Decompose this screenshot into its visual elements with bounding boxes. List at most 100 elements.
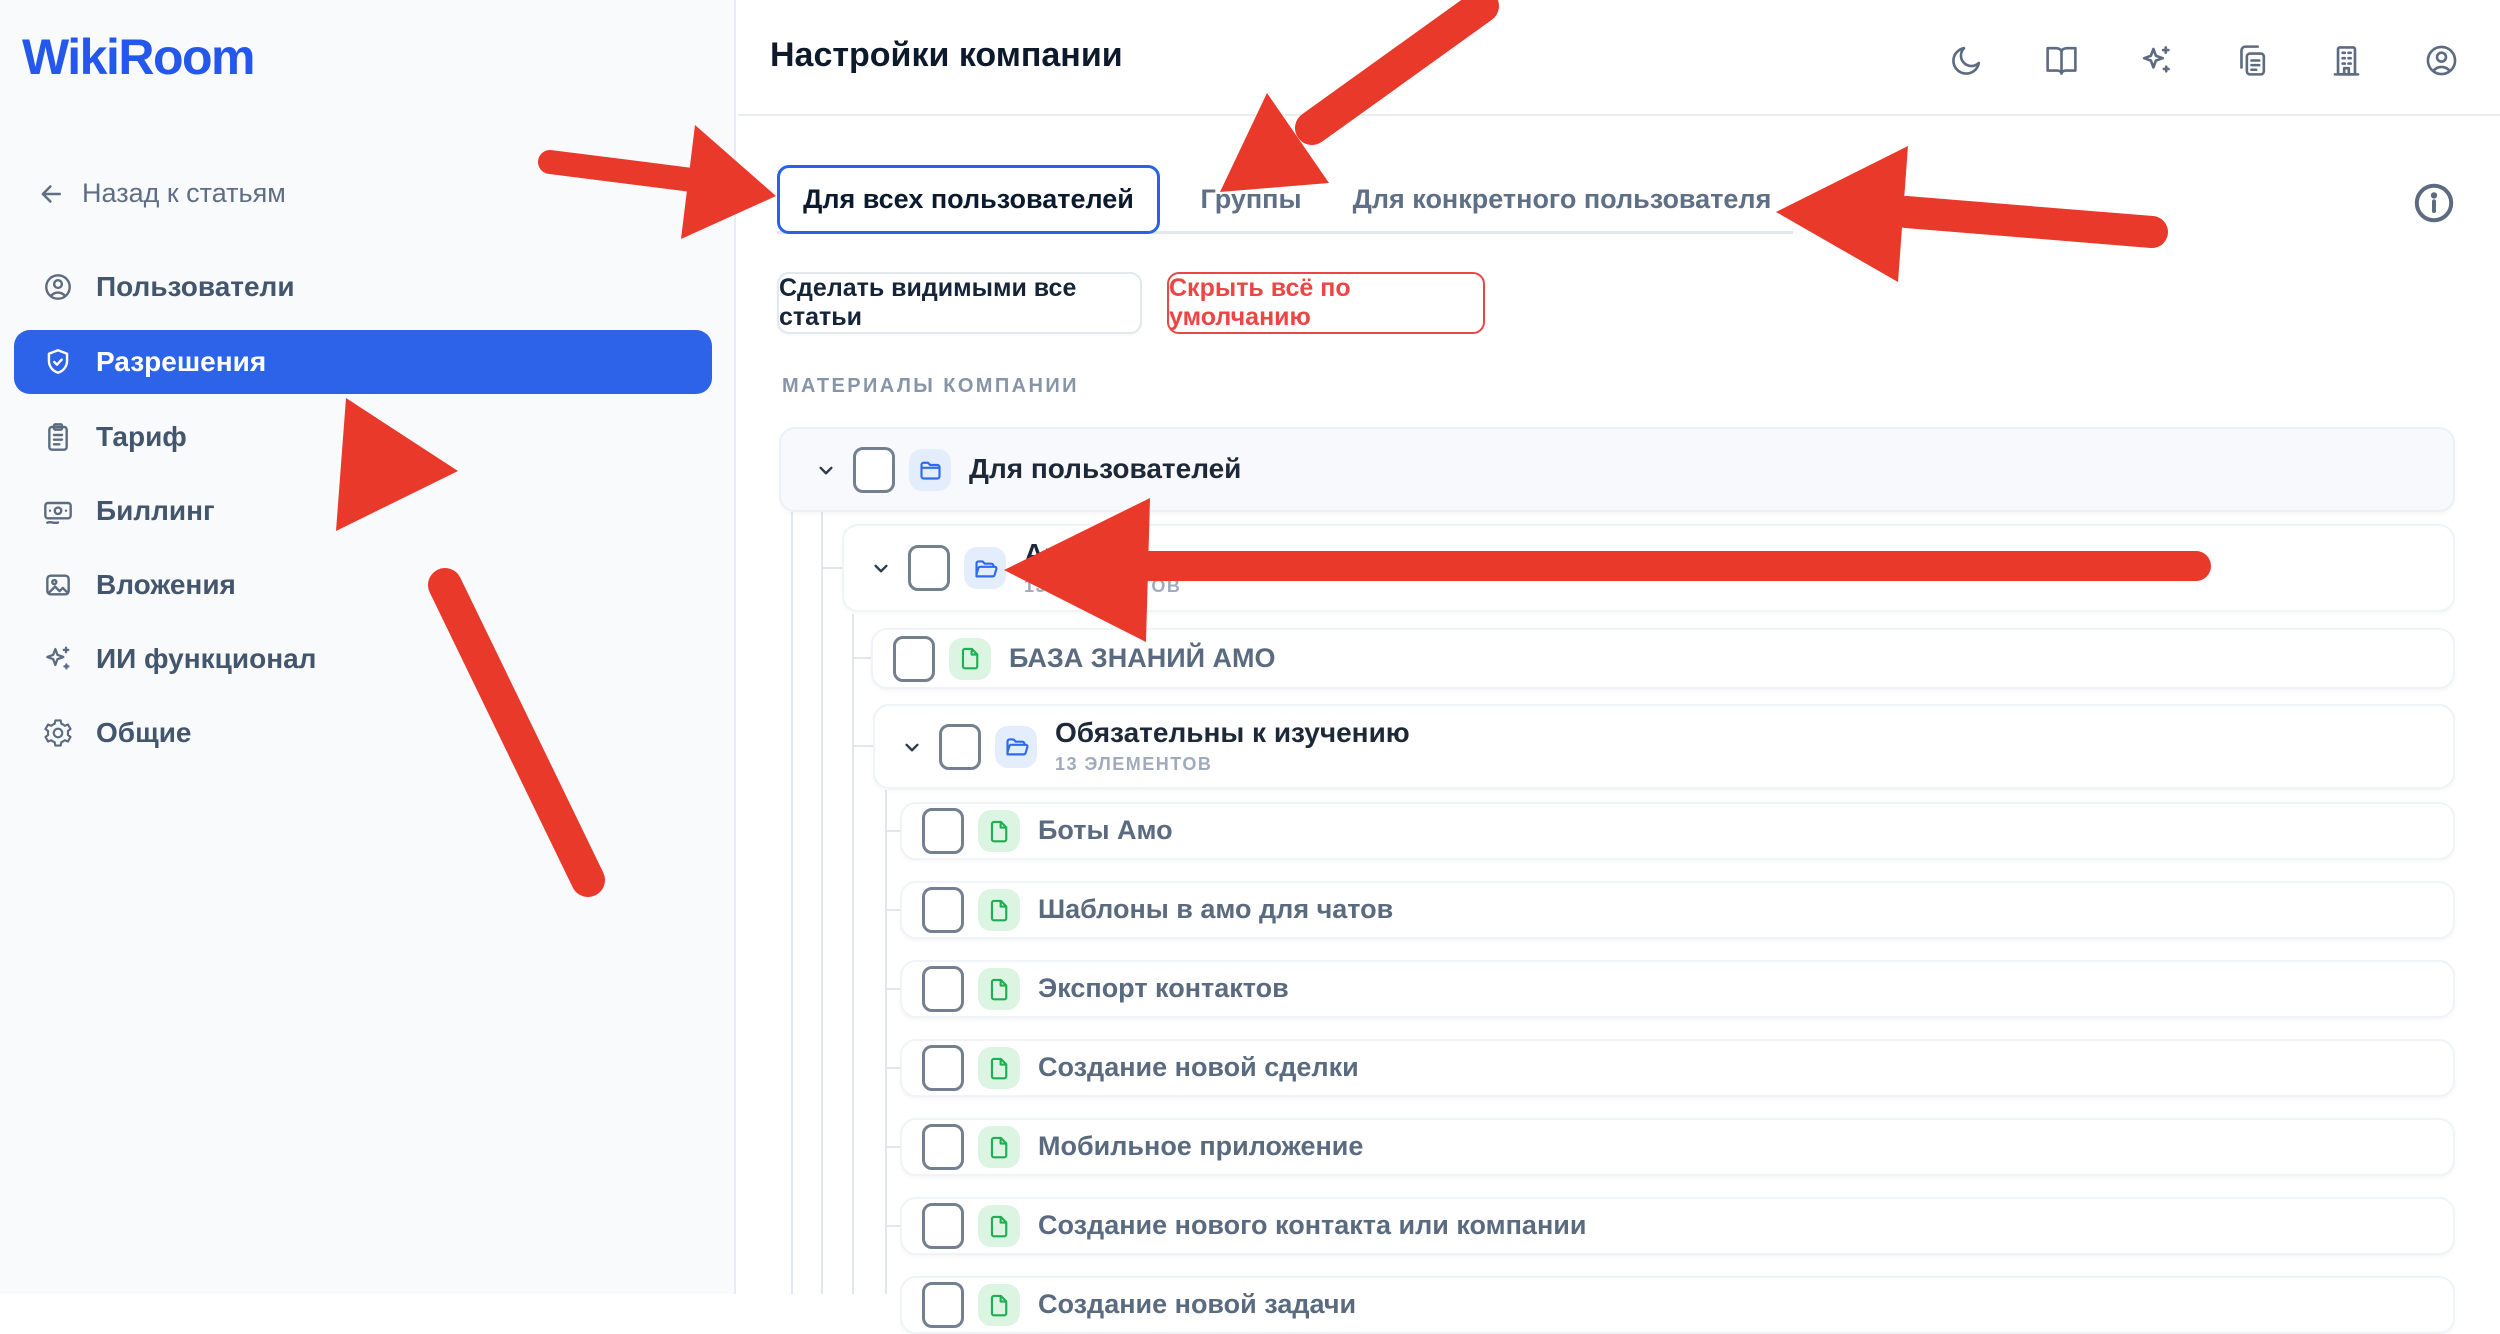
account-icon[interactable] [2423,42,2460,79]
section-label: МАТЕРИАЛЫ КОМПАНИИ [782,375,1079,397]
row-checkbox[interactable] [922,1282,964,1328]
hide-all-by-default-button[interactable]: Скрыть всё по умолчанию [1167,272,1485,334]
sidebar-item-label: Общие [96,717,192,748]
tab-all-users[interactable]: Для всех пользователей [777,165,1160,234]
tree-guide-tick [885,1067,900,1069]
tree-row-title: БАЗА ЗНАНИЙ АМО [1009,642,1276,673]
tree-row-amo-chat-templates[interactable]: Шаблоны в амо для чатов [900,881,2455,939]
sidebar-item-ai[interactable]: ИИ функционал [0,622,736,696]
tree-row-title: Боты Амо [1038,815,1173,846]
tree-guide-tick [821,567,842,569]
chevron-down-icon[interactable] [899,734,925,760]
sparkles-icon[interactable] [2138,42,2175,79]
sidebar-item-billing[interactable]: Биллинг [0,474,736,548]
sidebar-item-label: Разрешения [96,346,267,377]
sidebar-item-label: Тариф [96,421,187,452]
folder-open-icon [995,725,1037,768]
row-checkbox[interactable] [908,545,950,591]
tree-row-mobile-app[interactable]: Мобильное приложение [900,1118,2455,1176]
tree-guide-line [791,512,793,1294]
row-checkbox[interactable] [922,808,964,854]
tree-row-title: Создание новой сделки [1038,1052,1359,1083]
document-icon [949,637,991,680]
page-title: Настройки компании [770,36,1123,74]
tab-label: Для всех пользователей [803,184,1134,214]
tree-row-amo-knowledge-base[interactable]: БАЗА ЗНАНИЙ АМО [871,628,2455,689]
tree-row-new-contact-or-company[interactable]: Создание нового контакта или компании [900,1197,2455,1255]
shield-check-icon [47,349,69,374]
row-checkbox[interactable] [922,966,964,1012]
tree-row-new-deal[interactable]: Создание новой сделки [900,1039,2455,1097]
tree-guide-tick [852,745,873,747]
tree-row-amocrm[interactable]: AmoCrm 13 ЭЛЕМЕНТОВ [842,524,2455,612]
tree-guide-tick [852,657,871,659]
moon-icon[interactable] [1948,42,1985,79]
button-label: Скрыть всё по умолчанию [1169,274,1351,331]
back-to-articles-label: Назад к статьям [82,178,286,208]
tree-row-count: 13 ЭЛЕМЕНТОВ [1055,754,1213,775]
tree-row-title: Экспорт контактов [1038,973,1289,1004]
tree-row-count: 13 ЭЛЕМЕНТОВ [1024,575,1182,596]
tree-row-required-learning[interactable]: Обязательны к изучению 13 ЭЛЕМЕНТОВ [873,704,2455,789]
tab-groups[interactable]: Группы [1196,165,1306,234]
tree-row-for-users[interactable]: Для пользователей [779,427,2455,512]
sidebar-item-tariff[interactable]: Тариф [0,400,736,474]
tree-row-title: Обязательны к изучению [1055,716,1410,748]
book-open-icon[interactable] [2043,42,2080,79]
tab-specific-user[interactable]: Для конкретного пользователя [1352,165,1772,234]
row-checkbox[interactable] [853,446,895,493]
tree-guide-line [852,614,854,1294]
tree-row-partial[interactable]: Создание новой задачи [900,1276,2455,1334]
folder-open-icon [964,547,1006,589]
document-icon [978,968,1020,1010]
sidebar-item-users[interactable]: Пользователи [0,250,736,324]
header-icon-bar [1948,42,2460,79]
row-checkbox[interactable] [939,723,981,770]
row-checkbox[interactable] [922,1045,964,1091]
tree-row-export-contacts[interactable]: Экспорт контактов [900,960,2455,1018]
back-to-articles-link[interactable]: Назад к статьям [36,178,286,209]
sidebar: WikiRoom Назад к статьям Пользователи Ра… [0,0,736,1294]
tree-row-title: Мобильное приложение [1038,1131,1364,1162]
sidebar-item-permissions[interactable]: Разрешения [14,330,712,394]
document-icon [978,1126,1020,1168]
tree-guide-tick [885,909,900,911]
ai-sparkles-icon [46,646,70,670]
document-icon [978,810,1020,852]
sidebar-item-label: Вложения [96,569,236,600]
tree-guide-tick [885,1146,900,1148]
row-checkbox[interactable] [893,635,935,682]
tree-row-title: AmoCrm [1024,538,1143,570]
building-icon[interactable] [2328,42,2365,79]
button-label: Сделать видимыми все статьи [779,274,1077,331]
document-icon [978,1205,1020,1247]
tree-guide-line [885,790,887,1294]
row-checkbox[interactable] [922,887,964,933]
chevron-down-icon[interactable] [813,457,839,483]
tab-label: Для конкретного пользователя [1352,184,1772,214]
tariff-clipboard-icon [48,423,68,451]
document-icon [978,1284,1020,1326]
tree-row-amo-bots[interactable]: Боты Амо [900,802,2455,860]
info-icon[interactable] [2410,179,2458,227]
tree-row-title: Создание новой задачи [1038,1289,1357,1320]
settings-gear-icon [44,719,72,747]
tab-label: Группы [1200,184,1302,214]
sidebar-item-general[interactable]: Общие [0,696,736,770]
copy-icon[interactable] [2233,42,2270,79]
show-all-articles-button[interactable]: Сделать видимыми все статьи [777,272,1142,334]
sidebar-item-attachments[interactable]: Вложения [0,548,736,622]
chevron-down-icon[interactable] [868,555,894,581]
sidebar-item-label: Биллинг [96,495,215,526]
tree-guide-tick [885,1225,900,1227]
sidebar-item-label: ИИ функционал [96,643,317,674]
row-checkbox[interactable] [922,1203,964,1249]
tree-row-title: Для пользователей [969,453,1242,485]
folder-icon [909,448,951,491]
billing-banknote-icon [44,501,72,525]
document-icon [978,889,1020,931]
tree-guide-tick [885,988,900,990]
tree-row-title: Шаблоны в амо для чатов [1038,894,1394,925]
sidebar-item-label: Пользователи [96,271,295,302]
row-checkbox[interactable] [922,1124,964,1170]
